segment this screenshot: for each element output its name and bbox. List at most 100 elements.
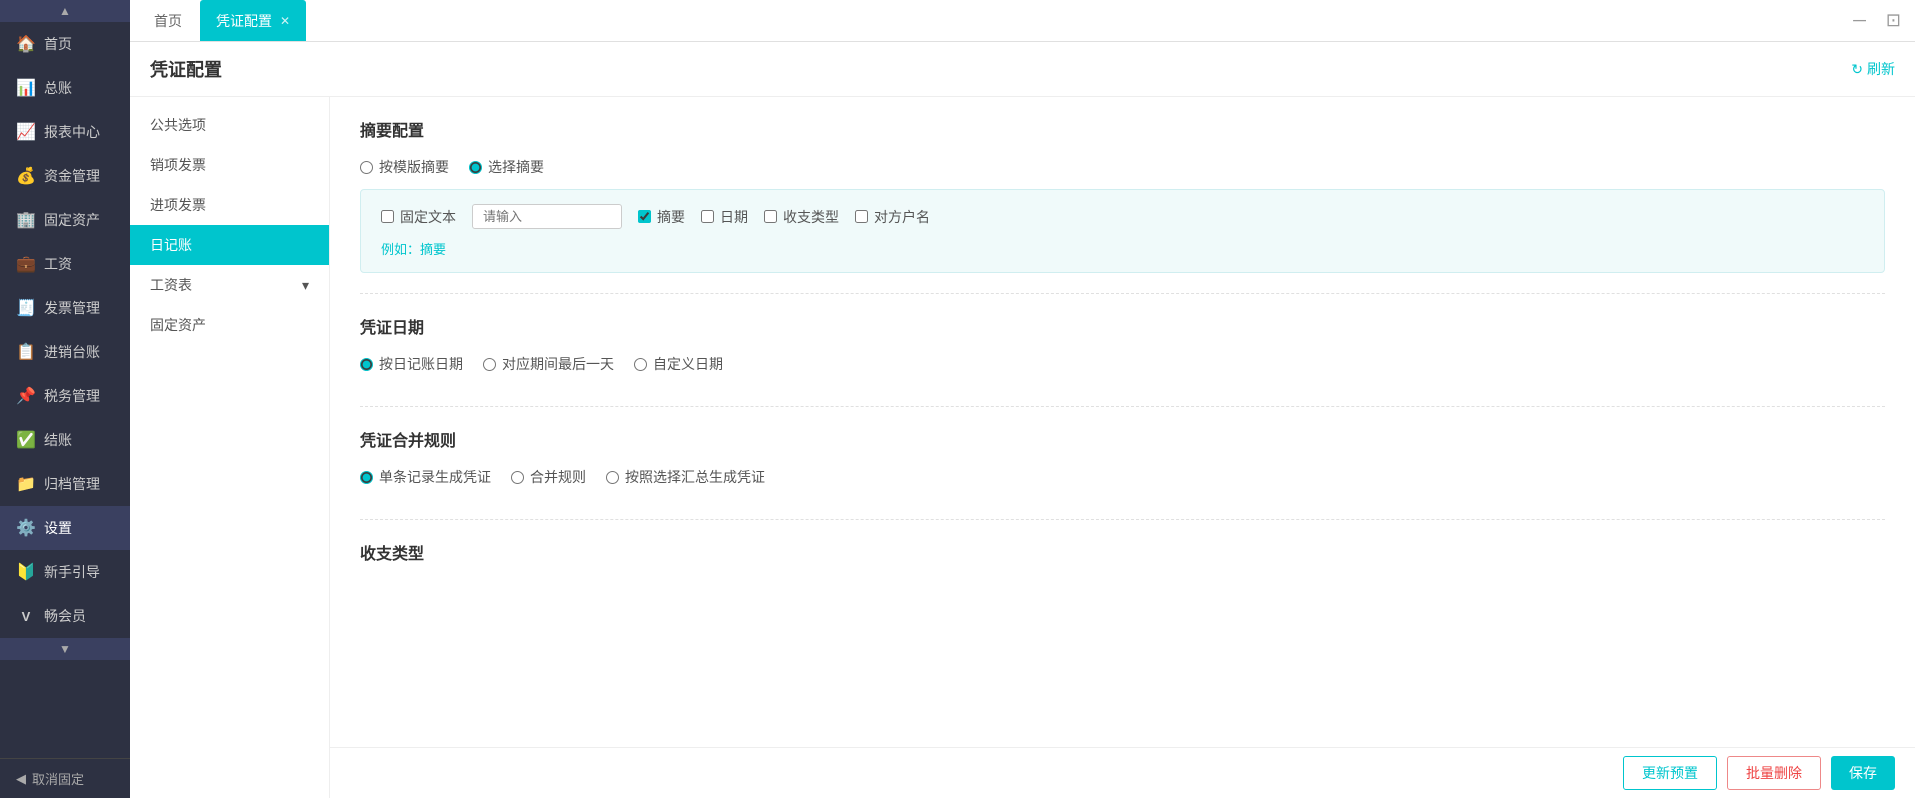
sidebar-item-report[interactable]: 📈 报表中心 [0,110,130,154]
bottom-bar: 更新预置 批量删除 保存 [330,747,1915,798]
refresh-button[interactable]: ↻ 刷新 [1851,59,1895,79]
sidebar-scroll-down[interactable]: ▼ [0,638,130,660]
abstract-fields-row: 固定文本 摘要 日期 [381,204,1864,229]
tab-home[interactable]: 首页 [138,0,198,41]
field-counterpart[interactable]: 对方户名 [855,207,930,227]
sidebar-item-settings[interactable]: ⚙️ 设置 [0,506,130,550]
abstract-mode-template[interactable]: 按模版摘要 [360,157,449,177]
nav-item-sales[interactable]: 销项发票 [130,145,329,185]
date-option-journal[interactable]: 按日记账日期 [360,354,463,374]
tab-bar: 首页 凭证配置 ✕ ─ ⊡ [130,0,1915,42]
tab-bar-actions: ─ ⊡ [1847,8,1907,33]
date-option-custom[interactable]: 自定义日期 [634,354,723,374]
sidebar-item-settlement[interactable]: ✅ 结账 [0,418,130,462]
field-income-type[interactable]: 收支类型 [764,207,839,227]
merge-option-rule[interactable]: 合并规则 [511,467,586,487]
sidebar-pin-toggle[interactable]: ◀ 取消固定 [0,758,130,798]
merge-option-select-merge[interactable]: 按照选择汇总生成凭证 [606,467,765,487]
pin-icon: ◀ [16,771,26,787]
sidebar-item-assets[interactable]: 🏢 固定资产 [0,198,130,242]
merge-single-radio[interactable] [360,471,373,484]
left-nav: 公共选项 销项发票 进项发票 日记账 工资表 ▾ 固定资产 [130,97,330,798]
refresh-icon: ↻ [1851,61,1863,78]
payroll-icon: 💼 [16,254,36,274]
content-header: 凭证配置 ↻ 刷新 [130,42,1915,97]
assets-icon: 🏢 [16,210,36,230]
nav-item-journal[interactable]: 日记账 [130,225,329,265]
sidebar-item-guide[interactable]: 🔰 新手引导 [0,550,130,594]
income-type-section-title: 收支类型 [360,540,1885,564]
invoice-icon: 🧾 [16,298,36,318]
abstract-section-title: 摘要配置 [360,117,1885,141]
merge-option-single[interactable]: 单条记录生成凭证 [360,467,491,487]
date-section-title: 凭证日期 [360,314,1885,338]
sidebar-item-inout[interactable]: 📋 进销台账 [0,330,130,374]
settings-icon: ⚙️ [16,518,36,538]
sidebar-item-home[interactable]: 🏠 首页 [0,22,130,66]
fixed-text-checkbox[interactable] [381,210,394,223]
report-icon: 📈 [16,122,36,142]
merge-rule-radio[interactable] [511,471,524,484]
settlement-icon: ✅ [16,430,36,450]
sidebar-item-invoice[interactable]: 🧾 发票管理 [0,286,130,330]
sidebar-scroll-up[interactable]: ▲ [0,0,130,22]
date-period-radio[interactable] [483,358,496,371]
abstract-mode-row: 按模版摘要 选择摘要 [360,157,1885,177]
right-content: 摘要配置 按模版摘要 选择摘要 [330,97,1915,747]
nav-item-public[interactable]: 公共选项 [130,105,329,145]
field-abstract[interactable]: 摘要 [638,207,685,227]
chevron-down-icon: ▾ [302,277,309,294]
batch-delete-button[interactable]: 批量删除 [1727,756,1821,790]
section-income-type: 收支类型 [360,540,1885,600]
sidebar-item-funds[interactable]: 💰 资金管理 [0,154,130,198]
guide-icon: 🔰 [16,562,36,582]
nav-item-fixed-assets[interactable]: 固定资产 [130,305,329,345]
tab-voucher[interactable]: 凭证配置 ✕ [200,0,306,41]
field-fixed-text[interactable]: 固定文本 [381,207,456,227]
section-abstract: 摘要配置 按模版摘要 选择摘要 [360,117,1885,294]
abstract-checkbox[interactable] [638,210,651,223]
window-minimize-button[interactable]: ─ [1847,8,1872,33]
field-date[interactable]: 日期 [701,207,748,227]
window-maximize-button[interactable]: ⊡ [1880,8,1907,33]
sidebar-item-tax[interactable]: 📌 税务管理 [0,374,130,418]
date-custom-radio[interactable] [634,358,647,371]
sidebar-item-archive[interactable]: 📁 归档管理 [0,462,130,506]
nav-item-payroll-table[interactable]: 工资表 ▾ [130,265,329,305]
tab-close-voucher[interactable]: ✕ [280,14,290,28]
income-type-checkbox[interactable] [764,210,777,223]
abstract-mode-select[interactable]: 选择摘要 [469,157,544,177]
fixed-text-input[interactable] [472,204,622,229]
save-button[interactable]: 保存 [1831,756,1895,790]
merge-section-title: 凭证合并规则 [360,427,1885,451]
date-option-period-last[interactable]: 对应期间最后一天 [483,354,614,374]
funds-icon: 💰 [16,166,36,186]
date-journal-radio[interactable] [360,358,373,371]
page-title: 凭证配置 [150,56,222,82]
main-area: 首页 凭证配置 ✕ ─ ⊡ 凭证配置 ↻ 刷新 公共选项 销项发票 进 [130,0,1915,798]
merge-select-radio[interactable] [606,471,619,484]
abstract-select-radio[interactable] [469,161,482,174]
content-body: 公共选项 销项发票 进项发票 日记账 工资表 ▾ 固定资产 [130,97,1915,798]
section-merge: 凭证合并规则 单条记录生成凭证 合并规则 按照选择汇总生成凭证 [360,427,1885,520]
sidebar: ▲ 🏠 首页 📊 总账 📈 报表中心 💰 资金管理 🏢 固定资产 💼 工资 🧾 … [0,0,130,798]
home-icon: 🏠 [16,34,36,54]
merge-options-row: 单条记录生成凭证 合并规则 按照选择汇总生成凭证 [360,467,1885,487]
sidebar-item-member[interactable]: V 畅会员 [0,594,130,638]
inout-icon: 📋 [16,342,36,362]
counterpart-checkbox[interactable] [855,210,868,223]
member-icon: V [16,609,36,624]
sidebar-item-payroll[interactable]: 💼 工资 [0,242,130,286]
section-date: 凭证日期 按日记账日期 对应期间最后一天 自定义日期 [360,314,1885,407]
nav-item-purchase[interactable]: 进项发票 [130,185,329,225]
ledger-icon: 📊 [16,78,36,98]
sidebar-item-ledger[interactable]: 📊 总账 [0,66,130,110]
date-options-row: 按日记账日期 对应期间最后一天 自定义日期 [360,354,1885,374]
date-checkbox[interactable] [701,210,714,223]
abstract-example: 例如：摘要 [381,239,1864,258]
tax-icon: 📌 [16,386,36,406]
abstract-template-radio[interactable] [360,161,373,174]
abstract-config-box: 固定文本 摘要 日期 [360,189,1885,273]
archive-icon: 📁 [16,474,36,494]
update-preview-button[interactable]: 更新预置 [1623,756,1717,790]
